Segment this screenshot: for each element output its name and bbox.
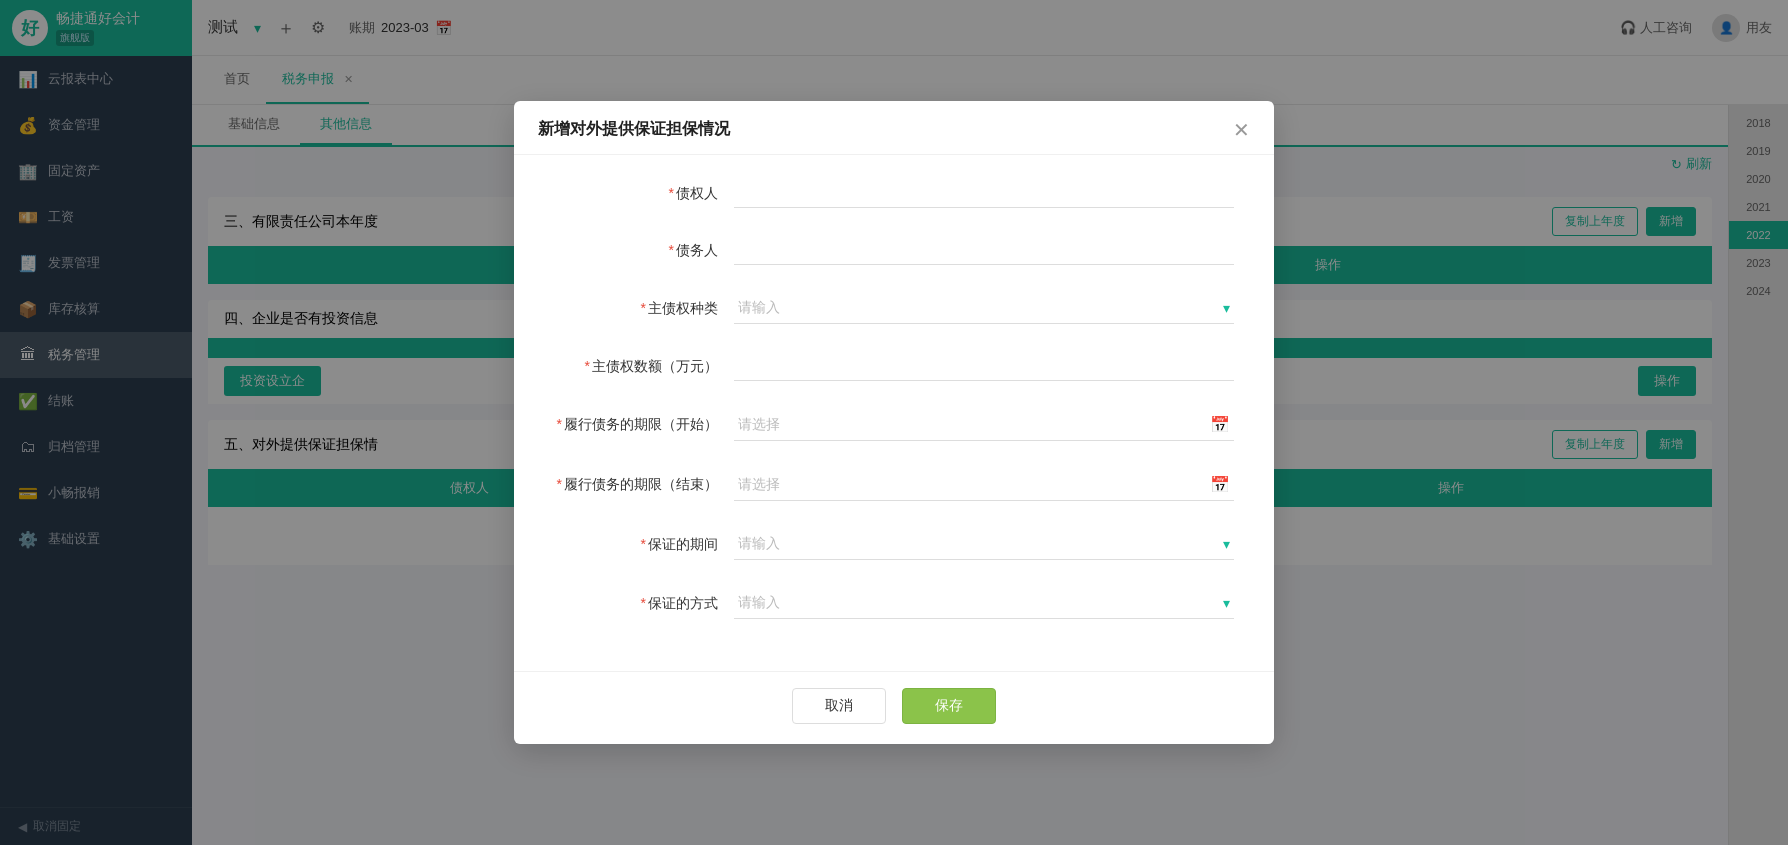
field-period-end-picker[interactable]: 请选择 📅 [734,469,1234,501]
field-period-end-placeholder: 请选择 [738,476,1210,494]
modal-header: 新增对外提供保证担保情况 ✕ [514,101,1274,155]
modal-body: *债权人 *债务人 *主债权种类 请输入 ▾ [514,155,1274,671]
guarantee-period-dropdown-icon: ▾ [1223,536,1230,552]
field-guarantee-period-row: *保证的期间 请输入 ▾ [554,529,1234,560]
field-period-start-placeholder: 请选择 [738,416,1210,434]
field-debt-amount-label: *主债权数额（万元） [554,358,734,376]
field-debt-type-select[interactable]: 请输入 ▾ [734,293,1234,324]
guarantee-method-dropdown-icon: ▾ [1223,595,1230,611]
field-period-start-label: *履行债务的期限（开始） [554,416,734,434]
field-period-start-picker[interactable]: 请选择 📅 [734,409,1234,441]
field-period-end-row: *履行债务的期限（结束） 请选择 📅 [554,469,1234,501]
modal-dialog: 新增对外提供保证担保情况 ✕ *债权人 *债务人 *主债权种类 [514,101,1274,744]
field-period-start-row: *履行债务的期限（开始） 请选择 📅 [554,409,1234,441]
field-guarantee-period-placeholder: 请输入 [738,535,1223,553]
field-creditor-input[interactable] [734,179,1234,208]
field-debtor-input[interactable] [734,236,1234,265]
period-end-calendar-icon: 📅 [1210,475,1230,494]
field-debt-amount-input[interactable] [734,352,1234,381]
field-creditor-label: *债权人 [554,185,734,203]
field-guarantee-method-row: *保证的方式 请输入 ▾ [554,588,1234,619]
field-guarantee-period-label: *保证的期间 [554,536,734,554]
field-debt-amount-row: *主债权数额（万元） [554,352,1234,381]
modal-close-button[interactable]: ✕ [1233,120,1250,140]
field-guarantee-period-select[interactable]: 请输入 ▾ [734,529,1234,560]
field-creditor-row: *债权人 [554,179,1234,208]
field-debtor-label: *债务人 [554,242,734,260]
field-debt-type-row: *主债权种类 请输入 ▾ [554,293,1234,324]
modal-overlay: 新增对外提供保证担保情况 ✕ *债权人 *债务人 *主债权种类 [0,0,1788,845]
field-debtor-row: *债务人 [554,236,1234,265]
field-debt-type-label: *主债权种类 [554,300,734,318]
cancel-button[interactable]: 取消 [792,688,886,724]
period-start-calendar-icon: 📅 [1210,415,1230,434]
field-guarantee-method-placeholder: 请输入 [738,594,1223,612]
debt-type-dropdown-icon: ▾ [1223,300,1230,316]
field-debt-type-placeholder: 请输入 [738,299,1223,317]
save-button[interactable]: 保存 [902,688,996,724]
modal-title: 新增对外提供保证担保情况 [538,119,730,140]
modal-footer: 取消 保存 [514,671,1274,744]
field-guarantee-method-select[interactable]: 请输入 ▾ [734,588,1234,619]
field-period-end-label: *履行债务的期限（结束） [554,476,734,494]
field-guarantee-method-label: *保证的方式 [554,595,734,613]
